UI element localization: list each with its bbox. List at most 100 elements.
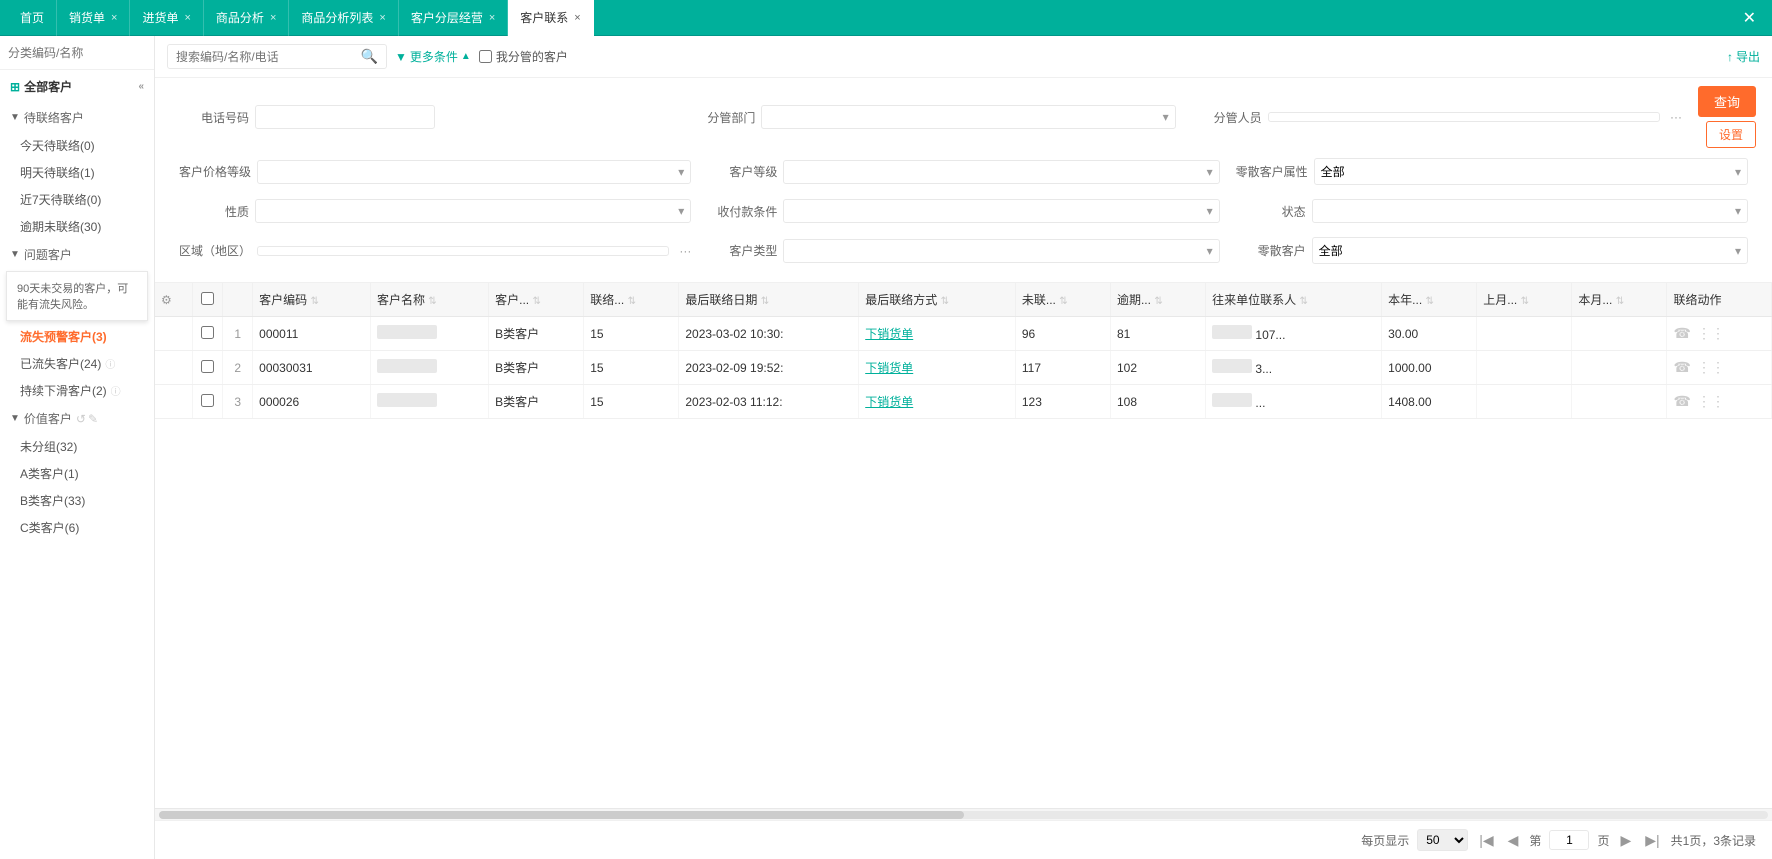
th-code[interactable]: 客户编码 ⇅ xyxy=(253,283,371,317)
sort-icon-cp: ⇅ xyxy=(1299,296,1307,307)
th-overdue[interactable]: 逾期... ⇅ xyxy=(1110,283,1205,317)
sidebar-item-tomorrow[interactable]: 明天待联络(1) xyxy=(0,159,154,186)
window-close-button[interactable]: ✕ xyxy=(1735,10,1764,27)
sidebar-item-churn-warning[interactable]: 流失预警客户(3) xyxy=(0,323,154,350)
filter-select-price-grade[interactable]: ▾ xyxy=(257,160,691,184)
my-customer-checkbox[interactable]: 我分管的客户 xyxy=(479,48,568,65)
sidebar-group-value[interactable]: ▼ 价值客户 ↺ ✎ xyxy=(0,404,154,433)
horizontal-scrollbar[interactable] xyxy=(155,808,1772,820)
filter-dots-manager[interactable]: ··· xyxy=(1670,110,1682,124)
sidebar-item-overdue[interactable]: 逾期未联络(30) xyxy=(0,213,154,240)
sidebar-group-pending[interactable]: ▼ 待联络客户 xyxy=(0,103,154,132)
select-all-checkbox[interactable] xyxy=(201,292,214,305)
edit-icon[interactable]: ✎ xyxy=(88,412,98,426)
collapse-icon[interactable]: « xyxy=(138,81,144,92)
settings-icon[interactable]: ⚙ xyxy=(161,293,172,307)
tab-close-customer-contact[interactable]: × xyxy=(574,12,580,24)
last-page-button[interactable]: ▶| xyxy=(1642,832,1662,849)
th-this-month[interactable]: 本月... ⇅ xyxy=(1572,283,1667,317)
search-button[interactable]: 🔍 xyxy=(361,48,378,65)
more-action-icon-0[interactable]: ⋮⋮ xyxy=(1697,325,1725,342)
search-input-wrap: 🔍 xyxy=(167,44,387,69)
sort-icon-code: ⇅ xyxy=(311,296,319,307)
tab-analysis-list[interactable]: 商品分析列表 × xyxy=(289,0,398,36)
filter-select-scatter[interactable]: 全部 ▾ xyxy=(1312,237,1748,264)
filter-select-cust-grade[interactable]: ▾ xyxy=(783,160,1219,184)
sidebar-item-c-class[interactable]: C类客户(6) xyxy=(0,514,154,541)
sidebar-item-7days[interactable]: 近7天待联络(0) xyxy=(0,186,154,213)
per-page-select[interactable]: 50 100 200 xyxy=(1417,829,1468,851)
row-checkbox-1[interactable] xyxy=(201,360,214,373)
td-last-method-2[interactable]: 下销货单 xyxy=(859,385,1016,419)
tab-sales[interactable]: 销货单 × xyxy=(57,0,130,36)
th-settings[interactable]: ⚙ xyxy=(155,283,193,317)
filter-select-nature[interactable]: ▾ xyxy=(255,199,691,223)
row-checkbox-2[interactable] xyxy=(201,394,214,407)
sidebar-item-today[interactable]: 今天待联络(0) xyxy=(0,132,154,159)
scrollbar-thumb[interactable] xyxy=(159,811,964,819)
th-year-amount[interactable]: 本年... ⇅ xyxy=(1382,283,1477,317)
contact-action-icon-1[interactable]: ☎ xyxy=(1673,359,1690,376)
th-last-date[interactable]: 最后联络日期 ⇅ xyxy=(679,283,859,317)
sidebar-item-declining[interactable]: 持续下滑客户(2) ⓘ xyxy=(0,377,154,404)
filter-select-dept[interactable]: ▾ xyxy=(761,105,1175,129)
sidebar-search-input[interactable] xyxy=(8,46,155,60)
td-last-method-0[interactable]: 下销货单 xyxy=(859,317,1016,351)
sidebar-group-problem[interactable]: ▼ 问题客户 xyxy=(0,240,154,269)
tab-close-customer-tier[interactable]: × xyxy=(489,12,495,24)
contact-action-icon-2[interactable]: ☎ xyxy=(1673,393,1690,410)
filter-cell-dept: 分管部门 ▾ xyxy=(677,101,1183,133)
filter-select-payment[interactable]: ▾ xyxy=(783,199,1219,223)
search-input[interactable] xyxy=(176,50,361,64)
page-number-input[interactable] xyxy=(1549,830,1589,850)
settings-button[interactable]: 设置 xyxy=(1706,121,1756,148)
sidebar-item-a-class[interactable]: A类客户(1) xyxy=(0,460,154,487)
prev-page-button[interactable]: ◀ xyxy=(1505,832,1522,849)
first-page-button[interactable]: |◀ xyxy=(1476,832,1496,849)
filter-select-scatter-attr[interactable]: 全部 ▾ xyxy=(1314,158,1748,185)
tab-close-sales[interactable]: × xyxy=(111,12,117,24)
last-method-link-0[interactable]: 下销货单 xyxy=(865,327,913,341)
sidebar-item-ungrouped[interactable]: 未分组(32) xyxy=(0,433,154,460)
filter-select-manager[interactable] xyxy=(1268,112,1660,122)
tab-customer-contact[interactable]: 客户联系 × xyxy=(508,0,593,36)
tab-customer-tier[interactable]: 客户分层经营 × xyxy=(399,0,508,36)
td-last-method-1[interactable]: 下销货单 xyxy=(859,351,1016,385)
tab-home[interactable]: 首页 xyxy=(8,0,57,36)
th-name[interactable]: 客户名称 ⇅ xyxy=(370,283,488,317)
filter-label-scatter-attr: 零散客户属性 xyxy=(1236,163,1308,180)
th-contact-person[interactable]: 往来单位联系人 ⇅ xyxy=(1206,283,1382,317)
more-action-icon-2[interactable]: ⋮⋮ xyxy=(1697,393,1725,410)
sidebar-item-churned[interactable]: 已流失客户(24) ⓘ xyxy=(0,350,154,377)
sidebar-all-customers[interactable]: ⊞ 全部客户 « xyxy=(0,70,154,103)
export-button[interactable]: ↑ 导出 xyxy=(1727,48,1760,65)
th-last-method[interactable]: 最后联络方式 ⇅ xyxy=(859,283,1016,317)
filter-select-cust-type[interactable]: ▾ xyxy=(783,239,1219,263)
tab-analysis[interactable]: 商品分析 × xyxy=(204,0,289,36)
last-method-link-1[interactable]: 下销货单 xyxy=(865,361,913,375)
th-contact[interactable]: 联络... ⇅ xyxy=(584,283,679,317)
tab-close-analysis[interactable]: × xyxy=(270,12,276,24)
sidebar-item-b-class[interactable]: B类客户(33) xyxy=(0,487,154,514)
filter-select-status[interactable]: ▾ xyxy=(1312,199,1748,223)
td-tm-2 xyxy=(1572,385,1667,419)
filter-input-phone[interactable] xyxy=(255,105,435,129)
my-customer-check[interactable] xyxy=(479,50,492,63)
th-last-month[interactable]: 上月... ⇅ xyxy=(1477,283,1572,317)
td-cp-2: ... xyxy=(1206,385,1382,419)
next-page-button[interactable]: ▶ xyxy=(1617,832,1634,849)
refresh-icon[interactable]: ↺ xyxy=(76,412,86,426)
query-button[interactable]: 查询 xyxy=(1698,86,1756,117)
more-action-icon-1[interactable]: ⋮⋮ xyxy=(1697,359,1725,376)
tab-purchase[interactable]: 进货单 × xyxy=(130,0,203,36)
contact-action-icon-0[interactable]: ☎ xyxy=(1673,325,1690,342)
last-method-link-2[interactable]: 下销货单 xyxy=(865,395,913,409)
tab-close-analysis-list[interactable]: × xyxy=(379,12,385,24)
th-type[interactable]: 客户... ⇅ xyxy=(489,283,584,317)
th-unlinkdays[interactable]: 未联... ⇅ xyxy=(1015,283,1110,317)
more-filter-button[interactable]: ▼ 更多条件 ▲ xyxy=(395,48,471,65)
filter-select-region[interactable] xyxy=(257,246,669,256)
row-checkbox-0[interactable] xyxy=(201,326,214,339)
filter-dots-region[interactable]: ··· xyxy=(679,244,691,258)
tab-close-purchase[interactable]: × xyxy=(184,12,190,24)
